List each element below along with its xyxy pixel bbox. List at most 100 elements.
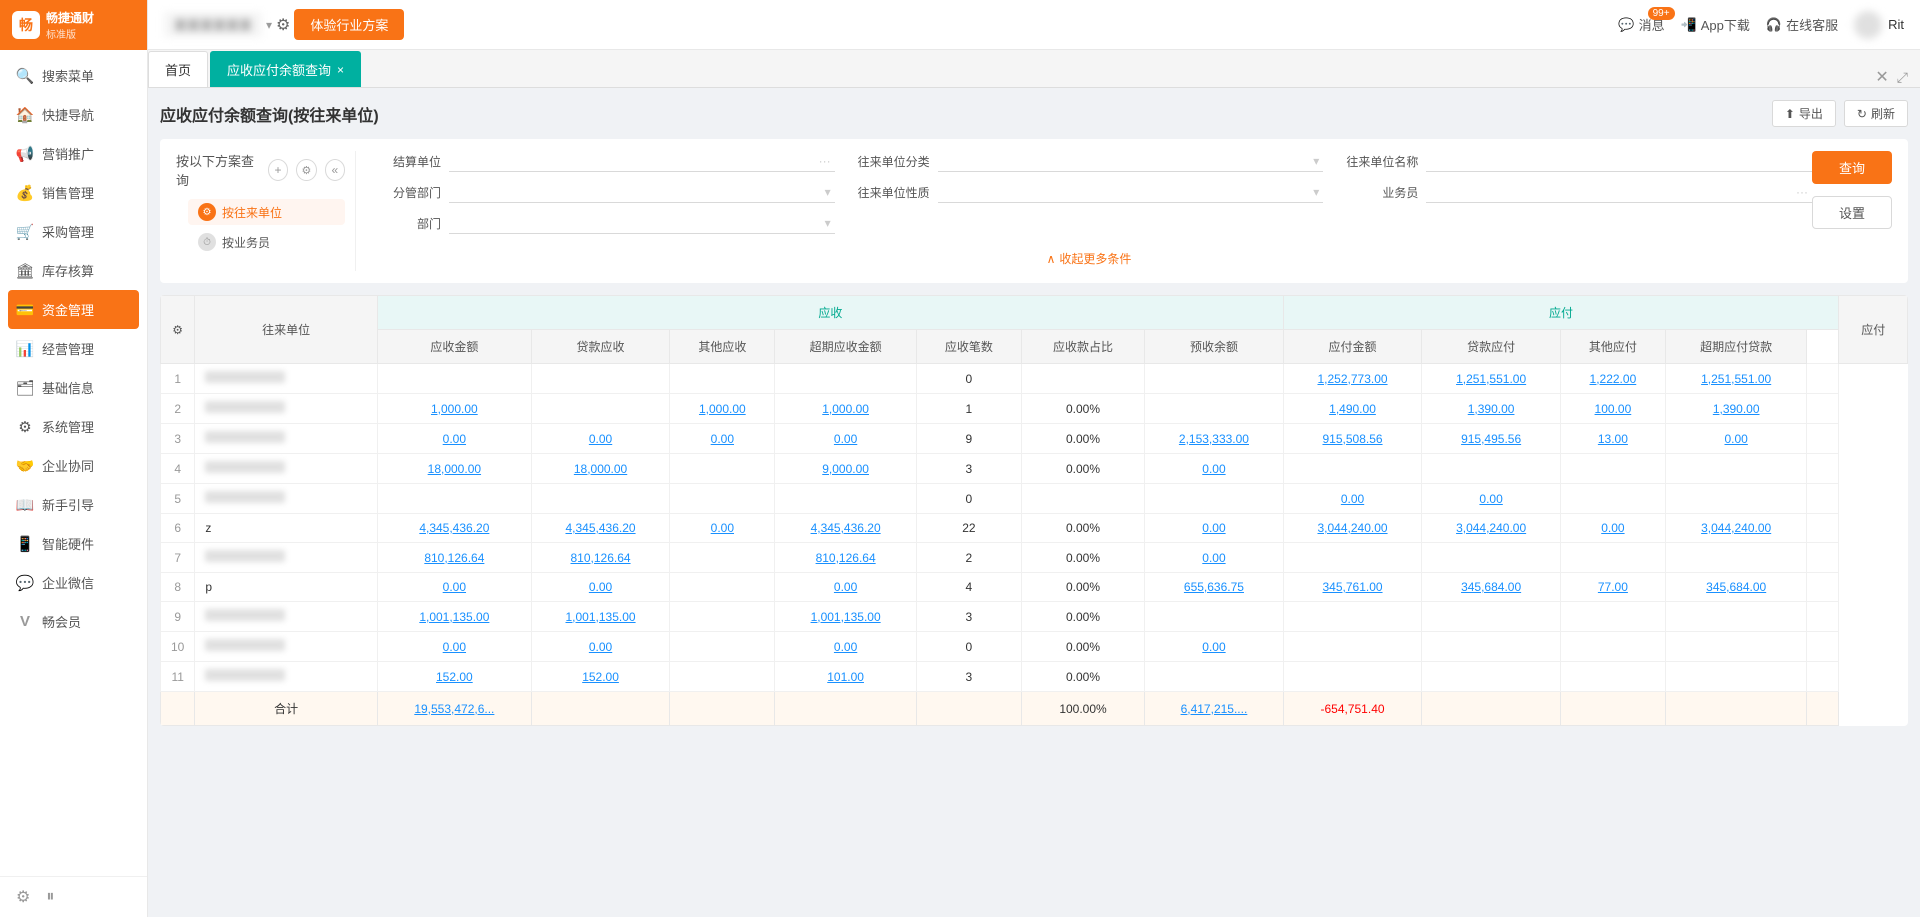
export-button[interactable]: ⬆ 导出 — [1772, 100, 1836, 127]
sidebar-item-quick-nav[interactable]: 🏠 快捷导航 — [0, 95, 147, 134]
row-prepay — [1145, 364, 1284, 394]
tab-close-icon[interactable]: × — [337, 63, 344, 77]
company-name: 某某某某某某 — [164, 12, 262, 37]
sidebar-item-finance[interactable]: 💳 资金管理 — [8, 290, 139, 329]
sidebar-item-smart-hw[interactable]: 📱 智能硬件 — [0, 524, 147, 563]
table-row: 500.000.00 — [161, 484, 1908, 514]
row-ar-count: 2 — [916, 543, 1021, 573]
row-other-ar — [670, 573, 775, 602]
col-overdue-ap: 超期应付贷款 — [1665, 330, 1807, 364]
scheme-partner-label: 按往来单位 — [222, 204, 282, 221]
footer-ar-total: 19,553,472,6... — [377, 692, 531, 726]
row-other-ap — [1560, 662, 1665, 692]
row-other-ap — [1560, 632, 1665, 662]
main-area: 某某某某某某 ▾ ⚙ 体验行业方案 💬 消息 99+ 📲 App下载 🎧 在线客… — [148, 0, 1920, 917]
row-num: 1 — [161, 364, 195, 394]
sidebar-item-system[interactable]: ⚙ 系统管理 — [0, 407, 147, 446]
footer-ap-x — [1807, 692, 1839, 726]
promotion-button[interactable]: 体验行业方案 — [294, 9, 404, 40]
sidebar-item-guide[interactable]: 📖 新手引导 — [0, 485, 147, 524]
filter-settlement-input[interactable] — [453, 154, 819, 168]
sidebar-item-enterprise[interactable]: 🤝 企业协同 — [0, 446, 147, 485]
message-button[interactable]: 💬 消息 99+ — [1618, 15, 1664, 34]
avatar — [1854, 11, 1882, 39]
sidebar-item-inventory[interactable]: 🏛 库存核算 — [0, 251, 147, 290]
tab-home[interactable]: 首页 — [148, 51, 208, 87]
filter-partner-cat-input[interactable] — [942, 154, 1314, 168]
filter-collapse-icon[interactable]: « — [325, 159, 345, 181]
export-icon: ⬆ — [1785, 107, 1795, 121]
sidebar-logo: 畅 畅捷通财 标准版 — [0, 0, 147, 50]
row-ar-count: 22 — [916, 514, 1021, 543]
collapse-footer-icon[interactable]: ⏸ — [46, 888, 54, 906]
row-prepay — [1145, 484, 1284, 514]
row-loan-ar: 4,345,436.20 — [531, 514, 670, 543]
sidebar-item-sales[interactable]: 💰 销售管理 — [0, 173, 147, 212]
topbar: 某某某某某某 ▾ ⚙ 体验行业方案 💬 消息 99+ 📲 App下载 🎧 在线客… — [148, 0, 1920, 50]
sidebar-item-basic-info[interactable]: 🗂 基础信息 — [0, 368, 147, 407]
user-area: Rit — [1854, 11, 1904, 39]
filter-partner-cat-wrap: ▾ — [938, 151, 1324, 172]
row-num: 9 — [161, 602, 195, 632]
service-icon: 🎧 — [1766, 17, 1782, 33]
row-overdue-ar: 101.00 — [775, 662, 917, 692]
filter-partner-cat-chevron: ▾ — [1313, 154, 1319, 168]
setting-button[interactable]: 设置 — [1812, 196, 1892, 229]
app-download-button[interactable]: 📲 App下载 — [1681, 15, 1750, 34]
row-ar-amount: 0.00 — [377, 573, 531, 602]
row-partner — [195, 662, 378, 692]
scheme-by-partner[interactable]: ⚙ 按往来单位 — [188, 199, 345, 225]
query-button[interactable]: 查询 — [1812, 151, 1892, 184]
filter-partner-name-input[interactable] — [1430, 154, 1808, 168]
table-settings-col[interactable]: ⚙ — [161, 296, 195, 364]
app-label: App下载 — [1701, 15, 1750, 34]
tab-ar-ap-query[interactable]: 应收应付余额查询 × — [210, 51, 361, 87]
window-close-icon[interactable]: ✕ — [1875, 67, 1888, 87]
row-num: 3 — [161, 424, 195, 454]
search-menu-icon: 🔍 — [16, 67, 34, 85]
filter-grid: 结算单位 ··· 往来单位分类 ▾ — [366, 151, 1812, 234]
row-loan-ap: 345,684.00 — [1422, 573, 1561, 602]
row-prepay — [1145, 662, 1284, 692]
sidebar-item-search-menu[interactable]: 🔍 搜索菜单 — [0, 56, 147, 95]
filter-add-button[interactable]: + — [268, 159, 288, 181]
home-icon: 🏠 — [16, 106, 34, 124]
row-other-ar — [670, 484, 775, 514]
scheme-by-salesman[interactable]: ⏱ 按业务员 — [188, 229, 345, 255]
row-overdue-ar — [775, 484, 917, 514]
message-icon: 💬 — [1618, 17, 1634, 33]
sidebar-item-marketing[interactable]: 📢 营销推广 — [0, 134, 147, 173]
sidebar-item-purchase[interactable]: 🛒 采购管理 — [0, 212, 147, 251]
filter-salesman-input[interactable] — [1430, 185, 1796, 199]
row-ap-x — [1807, 364, 1839, 394]
online-service-button[interactable]: 🎧 在线客服 — [1766, 15, 1838, 34]
filter-dept-input[interactable] — [453, 216, 825, 230]
window-maximize-icon[interactable]: ⤢ — [1897, 69, 1908, 86]
table-container[interactable]: ⚙ 往来单位 应收 应付 应付 应收金额 贷款应收 其他应收 超期应收金额 应收… — [160, 295, 1908, 726]
filter-settlement-input-wrap: ··· — [449, 151, 835, 172]
filter-settings-icon[interactable]: ⚙ — [296, 159, 316, 181]
sidebar-item-wechat[interactable]: 💬 企业微信 — [0, 563, 147, 602]
sidebar-item-operations[interactable]: 📊 经营管理 — [0, 329, 147, 368]
breadcrumb-chevron-icon: ▾ — [266, 18, 272, 32]
sidebar-item-member[interactable]: V 畅会员 — [0, 602, 147, 641]
row-loan-ar: 1,001,135.00 — [531, 602, 670, 632]
row-partner — [195, 543, 378, 573]
filter-dept-chevron: ▾ — [825, 216, 831, 230]
settings-footer-icon[interactable]: ⚙ — [16, 887, 30, 907]
sidebar-item-label: 畅会员 — [42, 612, 81, 631]
filter-salesman: 业务员 ··· — [1343, 182, 1812, 203]
row-other-ar: 1,000.00 — [670, 394, 775, 424]
row-ar-ratio — [1021, 484, 1144, 514]
filter-partner-type-input[interactable] — [942, 185, 1314, 199]
row-ap-amount: 0.00 — [1283, 484, 1422, 514]
table-row: 7810,126.64810,126.64810,126.6420.00%0.0… — [161, 543, 1908, 573]
refresh-button[interactable]: ↻ 刷新 — [1844, 100, 1908, 127]
row-partner: p — [195, 573, 378, 602]
filter-manage-dept-input[interactable] — [453, 185, 825, 199]
sidebar-item-label: 系统管理 — [42, 417, 94, 436]
topbar-gear-icon[interactable]: ⚙ — [276, 15, 290, 35]
col-ap-amount: 应付金额 — [1283, 330, 1422, 364]
collapse-more-button[interactable]: ∧ 收起更多条件 — [1047, 242, 1132, 271]
sidebar-item-label: 基础信息 — [42, 378, 94, 397]
